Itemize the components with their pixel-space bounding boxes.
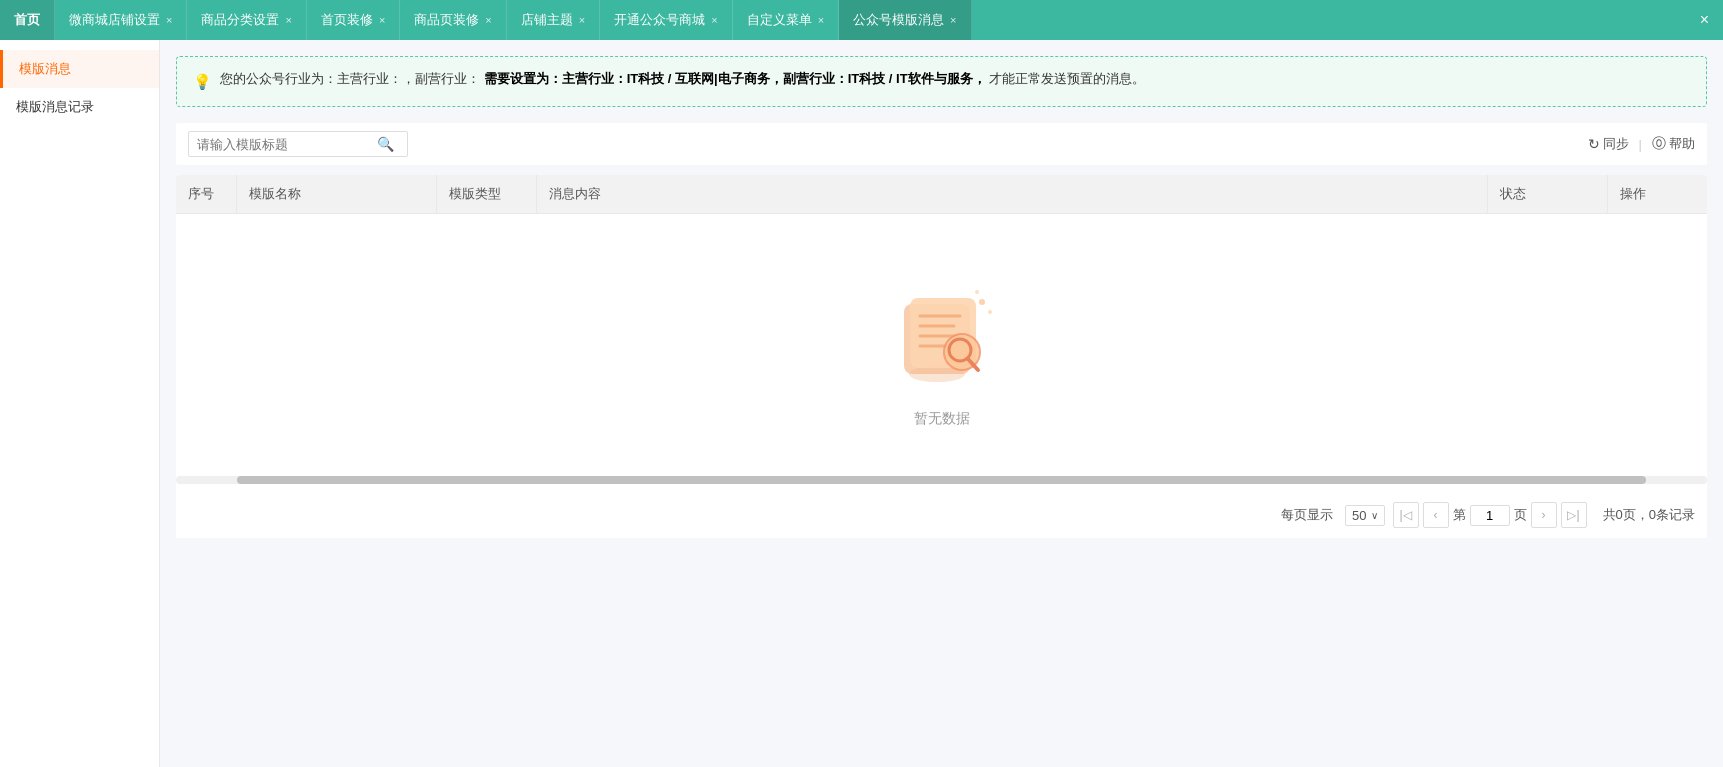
col-index: 序号 bbox=[176, 175, 236, 214]
per-page-value: 50 bbox=[1352, 508, 1366, 523]
tab-template-msg-label: 公众号模版消息 bbox=[853, 11, 944, 29]
close-tab-shop-settings-icon[interactable]: × bbox=[166, 14, 172, 26]
notice-box: 💡 您的公众号行业为：主营行业：，副营行业： 需要设置为：主营行业：IT科技 /… bbox=[176, 56, 1707, 107]
notice-prefix: 您的公众号行业为：主营行业：，副营行业： bbox=[220, 71, 480, 86]
search-icon[interactable]: 🔍 bbox=[377, 136, 394, 152]
close-tab-category-settings-icon[interactable]: × bbox=[285, 14, 291, 26]
first-page-icon: |◁ bbox=[1399, 508, 1411, 522]
tab-template-msg[interactable]: 公众号模版消息 × bbox=[839, 0, 971, 40]
svg-point-12 bbox=[975, 290, 979, 294]
next-page-icon: › bbox=[1542, 508, 1546, 522]
tab-shop-settings-label: 微商城店铺设置 bbox=[69, 11, 160, 29]
content-area: 💡 您的公众号行业为：主营行业：，副营行业： 需要设置为：主营行业：IT科技 /… bbox=[160, 40, 1723, 767]
close-tab-shop-theme-icon[interactable]: × bbox=[579, 14, 585, 26]
tab-shop-theme[interactable]: 店铺主题 × bbox=[507, 0, 600, 40]
page-label: 第 bbox=[1453, 506, 1466, 524]
tab-shop-settings[interactable]: 微商城店铺设置 × bbox=[55, 0, 187, 40]
pagination: 每页显示 50 ∨ |◁ ‹ 第 页 › bbox=[176, 492, 1707, 538]
toolbar-right: ↻ 同步 | ⓪ 帮助 bbox=[1588, 135, 1695, 153]
first-page-button[interactable]: |◁ bbox=[1393, 502, 1419, 528]
toolbar-separator: | bbox=[1639, 137, 1642, 152]
page-input[interactable] bbox=[1470, 505, 1510, 526]
close-tab-product-decor-icon[interactable]: × bbox=[485, 14, 491, 26]
tab-shop-theme-label: 店铺主题 bbox=[521, 11, 573, 29]
tab-home-decor-label: 首页装修 bbox=[321, 11, 373, 29]
prev-page-button[interactable]: ‹ bbox=[1423, 502, 1449, 528]
notice-text: 您的公众号行业为：主营行业：，副营行业： 需要设置为：主营行业：IT科技 / 互… bbox=[220, 69, 1145, 90]
close-tab-home-decor-icon[interactable]: × bbox=[379, 14, 385, 26]
last-page-button[interactable]: ▷| bbox=[1561, 502, 1587, 528]
bulb-icon: 💡 bbox=[193, 70, 212, 94]
close-tab-custom-menu-icon[interactable]: × bbox=[818, 14, 824, 26]
empty-row: 暂无数据 bbox=[176, 214, 1707, 469]
col-content: 消息内容 bbox=[536, 175, 1487, 214]
svg-point-10 bbox=[979, 299, 985, 305]
sync-icon: ↻ bbox=[1588, 136, 1600, 152]
empty-text: 暂无数据 bbox=[914, 410, 970, 428]
search-box: 🔍 bbox=[188, 131, 408, 157]
last-page-icon: ▷| bbox=[1567, 508, 1579, 522]
notice-suffix: 才能正常发送预置的消息。 bbox=[989, 71, 1145, 86]
scrollbar-area[interactable] bbox=[176, 476, 1707, 484]
search-input[interactable] bbox=[197, 137, 377, 152]
table-body: 暂无数据 bbox=[176, 214, 1707, 469]
sidebar-item-template-msg-log-label: 模版消息记录 bbox=[16, 99, 94, 114]
help-icon: ⓪ bbox=[1652, 135, 1666, 153]
next-page-button[interactable]: › bbox=[1531, 502, 1557, 528]
tab-custom-menu[interactable]: 自定义菜单 × bbox=[733, 0, 839, 40]
tab-product-decor[interactable]: 商品页装修 × bbox=[400, 0, 506, 40]
col-status: 状态 bbox=[1487, 175, 1607, 214]
sync-label: 同步 bbox=[1603, 135, 1629, 153]
top-nav: 首页 微商城店铺设置 × 商品分类设置 × 首页装修 × 商品页装修 × 店铺主… bbox=[0, 0, 1723, 40]
tab-product-decor-label: 商品页装修 bbox=[414, 11, 479, 29]
notice-highlight: 需要设置为：主营行业：IT科技 / 互联网|电子商务，副营行业：IT科技 / I… bbox=[484, 71, 986, 86]
tab-home[interactable]: 首页 bbox=[0, 0, 55, 40]
close-tab-open-mall-icon[interactable]: × bbox=[711, 14, 717, 26]
pagination-nav: |◁ ‹ 第 页 › ▷| bbox=[1393, 502, 1587, 528]
tab-custom-menu-label: 自定义菜单 bbox=[747, 11, 812, 29]
table-wrapper: 序号 模版名称 模版类型 消息内容 状态 操作 bbox=[176, 175, 1707, 538]
sidebar-item-template-msg-label: 模版消息 bbox=[19, 61, 71, 76]
help-label: 帮助 bbox=[1669, 135, 1695, 153]
svg-point-11 bbox=[988, 310, 992, 314]
sidebar-item-template-msg-log[interactable]: 模版消息记录 bbox=[0, 88, 159, 126]
prev-page-icon: ‹ bbox=[1434, 508, 1438, 522]
main-layout: 模版消息 模版消息记录 💡 您的公众号行业为：主营行业：，副营行业： 需要设置为… bbox=[0, 40, 1723, 767]
close-tab-template-msg-icon[interactable]: × bbox=[950, 14, 956, 26]
help-button[interactable]: ⓪ 帮助 bbox=[1652, 135, 1695, 153]
page-unit: 页 bbox=[1514, 506, 1527, 524]
col-actions: 操作 bbox=[1607, 175, 1707, 214]
tab-category-settings[interactable]: 商品分类设置 × bbox=[187, 0, 306, 40]
col-type: 模版类型 bbox=[436, 175, 536, 214]
total-info: 共0页，0条记录 bbox=[1603, 506, 1695, 524]
empty-icon bbox=[882, 274, 1002, 394]
per-page-label: 每页显示 bbox=[1281, 506, 1333, 524]
data-table: 序号 模版名称 模版类型 消息内容 状态 操作 bbox=[176, 175, 1707, 468]
scrollbar-thumb bbox=[237, 476, 1646, 484]
chevron-down-icon: ∨ bbox=[1371, 510, 1378, 521]
global-close-button[interactable]: × bbox=[1686, 0, 1723, 40]
tab-home-label: 首页 bbox=[14, 11, 40, 29]
tab-open-mall[interactable]: 开通公众号商城 × bbox=[600, 0, 732, 40]
sidebar: 模版消息 模版消息记录 bbox=[0, 40, 160, 767]
sidebar-item-template-msg[interactable]: 模版消息 bbox=[0, 50, 159, 88]
table-header-row: 序号 模版名称 模版类型 消息内容 状态 操作 bbox=[176, 175, 1707, 214]
sync-button[interactable]: ↻ 同步 bbox=[1588, 135, 1629, 153]
tab-open-mall-label: 开通公众号商城 bbox=[614, 11, 705, 29]
per-page-select[interactable]: 50 ∨ bbox=[1345, 505, 1384, 526]
col-name: 模版名称 bbox=[236, 175, 436, 214]
toolbar-row: 🔍 ↻ 同步 | ⓪ 帮助 bbox=[176, 123, 1707, 165]
tab-category-settings-label: 商品分类设置 bbox=[201, 11, 279, 29]
tab-home-decor[interactable]: 首页装修 × bbox=[307, 0, 400, 40]
empty-state: 暂无数据 bbox=[176, 214, 1707, 468]
